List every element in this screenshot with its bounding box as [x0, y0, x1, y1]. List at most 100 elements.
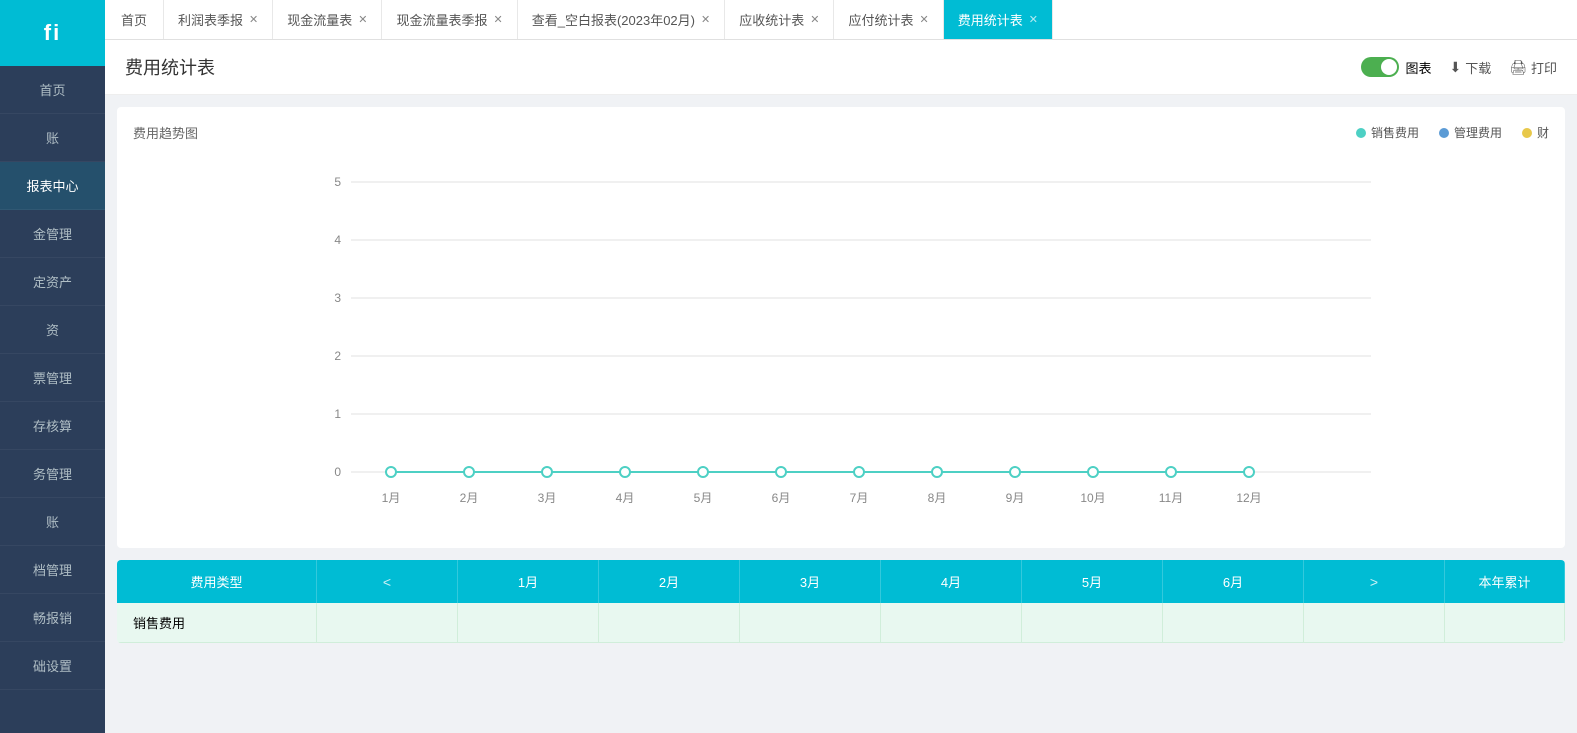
sidebar-item-capital[interactable]: 资: [0, 306, 105, 354]
svg-text:7月: 7月: [850, 491, 869, 505]
td-nav-spacer2: [1304, 603, 1445, 642]
tab-expense-close[interactable]: ✕: [1029, 13, 1038, 26]
tab-receivable-close[interactable]: ✕: [810, 13, 819, 26]
chart-section: 费用趋势图 销售费用 管理费用 财: [117, 107, 1565, 548]
sidebar-item-home[interactable]: 首页: [0, 66, 105, 114]
print-icon: 🖨: [1509, 59, 1527, 76]
legend-mgmt: 管理费用: [1439, 124, 1502, 141]
td-month-4: [881, 603, 1022, 642]
td-nav-spacer: [317, 603, 458, 642]
th-month-4: 4月: [881, 560, 1022, 603]
sidebar-item-payable[interactable]: 账: [0, 498, 105, 546]
th-month-5: 5月: [1022, 560, 1163, 603]
download-icon: ⬇: [1449, 59, 1461, 76]
tab-payable-stat[interactable]: 应付统计表 ✕: [834, 0, 943, 39]
td-month-6: [1163, 603, 1304, 642]
chart-title: 费用趋势图: [133, 123, 198, 142]
svg-text:3月: 3月: [538, 491, 557, 505]
th-month-1: 1月: [458, 560, 599, 603]
svg-text:4: 4: [334, 233, 341, 247]
td-summary: [1445, 603, 1565, 642]
header-actions: 图表 ⬇ 下载 🖨 打印: [1361, 57, 1557, 77]
page-title: 费用统计表: [125, 54, 215, 80]
tab-home[interactable]: 首页: [105, 0, 164, 39]
tab-expense[interactable]: 费用统计表 ✕: [944, 0, 1053, 39]
tab-profit-close[interactable]: ✕: [249, 13, 258, 26]
sidebar-item-account[interactable]: 账: [0, 114, 105, 162]
content-area: 费用统计表 图表 ⬇ 下载 🖨 打印 费用趋势图: [105, 40, 1577, 733]
svg-text:10月: 10月: [1080, 491, 1105, 505]
th-month-3: 3月: [740, 560, 881, 603]
svg-text:8月: 8月: [928, 491, 947, 505]
table-row: 销售费用: [117, 603, 1565, 643]
svg-text:12月: 12月: [1236, 491, 1261, 505]
chart-toggle[interactable]: [1361, 57, 1399, 77]
page-header: 费用统计表 图表 ⬇ 下载 🖨 打印: [105, 40, 1577, 95]
svg-text:1月: 1月: [382, 491, 401, 505]
td-month-2: [599, 603, 740, 642]
prev-month-icon[interactable]: <: [383, 574, 391, 590]
svg-text:5: 5: [334, 175, 341, 189]
tab-blank-report-close[interactable]: ✕: [701, 13, 710, 26]
legend-finance-label: 财: [1537, 124, 1549, 141]
th-nav-prev[interactable]: <: [317, 560, 458, 603]
svg-text:1: 1: [334, 407, 341, 421]
chart-toggle-label: 图表: [1405, 58, 1431, 77]
sidebar-item-inventory[interactable]: 存核算: [0, 402, 105, 450]
svg-text:2月: 2月: [460, 491, 479, 505]
next-month-icon[interactable]: >: [1370, 574, 1378, 590]
sidebar-item-report[interactable]: 报表中心: [0, 162, 105, 210]
sidebar: fi 首页 账 报表中心 金管理 定资产 资 票管理 存核算 务管理 账 档管理…: [0, 0, 105, 733]
print-button[interactable]: 🖨 打印: [1509, 58, 1557, 77]
svg-text:3: 3: [334, 291, 341, 305]
th-month-2: 2月: [599, 560, 740, 603]
tab-payable-stat-close[interactable]: ✕: [919, 13, 928, 26]
legend-finance-dot: [1522, 128, 1532, 138]
main-area: 首页 利润表季报 ✕ 现金流量表 ✕ 现金流量表季报 ✕ 查看_空白报表(202…: [105, 0, 1577, 733]
tab-cashflow-quarter-close[interactable]: ✕: [494, 13, 503, 26]
download-button[interactable]: ⬇ 下载: [1449, 58, 1491, 77]
svg-text:9月: 9月: [1006, 491, 1025, 505]
td-month-3: [740, 603, 881, 642]
legend-finance: 财: [1522, 124, 1549, 141]
tab-cashflow[interactable]: 现金流量表 ✕: [273, 0, 382, 39]
chart-svg: 5 4 3 2 1 0: [133, 152, 1549, 532]
svg-text:0: 0: [334, 465, 341, 479]
table-header-row: 费用类型 < 1月 2月 3月 4月 5月 6月 > 本年累计: [117, 560, 1565, 603]
tab-receivable[interactable]: 应收统计表 ✕: [725, 0, 834, 39]
legend-sales-label: 销售费用: [1371, 124, 1419, 141]
tab-cashflow-close[interactable]: ✕: [358, 13, 367, 26]
td-month-5: [1022, 603, 1163, 642]
chart-toggle-wrap: 图表: [1361, 57, 1431, 77]
svg-text:11月: 11月: [1159, 491, 1183, 505]
legend-mgmt-label: 管理费用: [1454, 124, 1502, 141]
tab-profit[interactable]: 利润表季报 ✕: [164, 0, 273, 39]
svg-text:6月: 6月: [772, 491, 791, 505]
legend-sales: 销售费用: [1356, 124, 1419, 141]
td-type: 销售费用: [117, 603, 317, 642]
legend-sales-dot: [1356, 128, 1366, 138]
sidebar-logo: fi: [0, 0, 105, 66]
tab-blank-report[interactable]: 查看_空白报表(2023年02月) ✕: [518, 0, 726, 39]
legend-mgmt-dot: [1439, 128, 1449, 138]
table-section: 费用类型 < 1月 2月 3月 4月 5月 6月 > 本年累计 销售费用: [117, 560, 1565, 643]
sidebar-item-service[interactable]: 务管理: [0, 450, 105, 498]
sidebar-item-archive[interactable]: 档管理: [0, 546, 105, 594]
svg-text:5月: 5月: [694, 491, 713, 505]
chart-legend: 销售费用 管理费用 财: [1356, 124, 1549, 141]
sidebar-item-fund[interactable]: 金管理: [0, 210, 105, 258]
th-nav-next[interactable]: >: [1304, 560, 1445, 603]
sidebar-item-invoice[interactable]: 票管理: [0, 354, 105, 402]
chart-svg-container: 5 4 3 2 1 0: [133, 152, 1549, 532]
svg-text:2: 2: [334, 349, 341, 363]
sidebar-item-asset[interactable]: 定资产: [0, 258, 105, 306]
th-month-6: 6月: [1163, 560, 1304, 603]
th-type: 费用类型: [117, 560, 317, 603]
sidebar-item-settings[interactable]: 础设置: [0, 642, 105, 690]
chart-header: 费用趋势图 销售费用 管理费用 财: [133, 123, 1549, 142]
sidebar-item-writeoff[interactable]: 畅报销: [0, 594, 105, 642]
tab-cashflow-quarter[interactable]: 现金流量表季报 ✕: [382, 0, 517, 39]
tab-bar: 首页 利润表季报 ✕ 现金流量表 ✕ 现金流量表季报 ✕ 查看_空白报表(202…: [105, 0, 1577, 40]
td-month-1: [458, 603, 599, 642]
svg-text:4月: 4月: [616, 491, 635, 505]
